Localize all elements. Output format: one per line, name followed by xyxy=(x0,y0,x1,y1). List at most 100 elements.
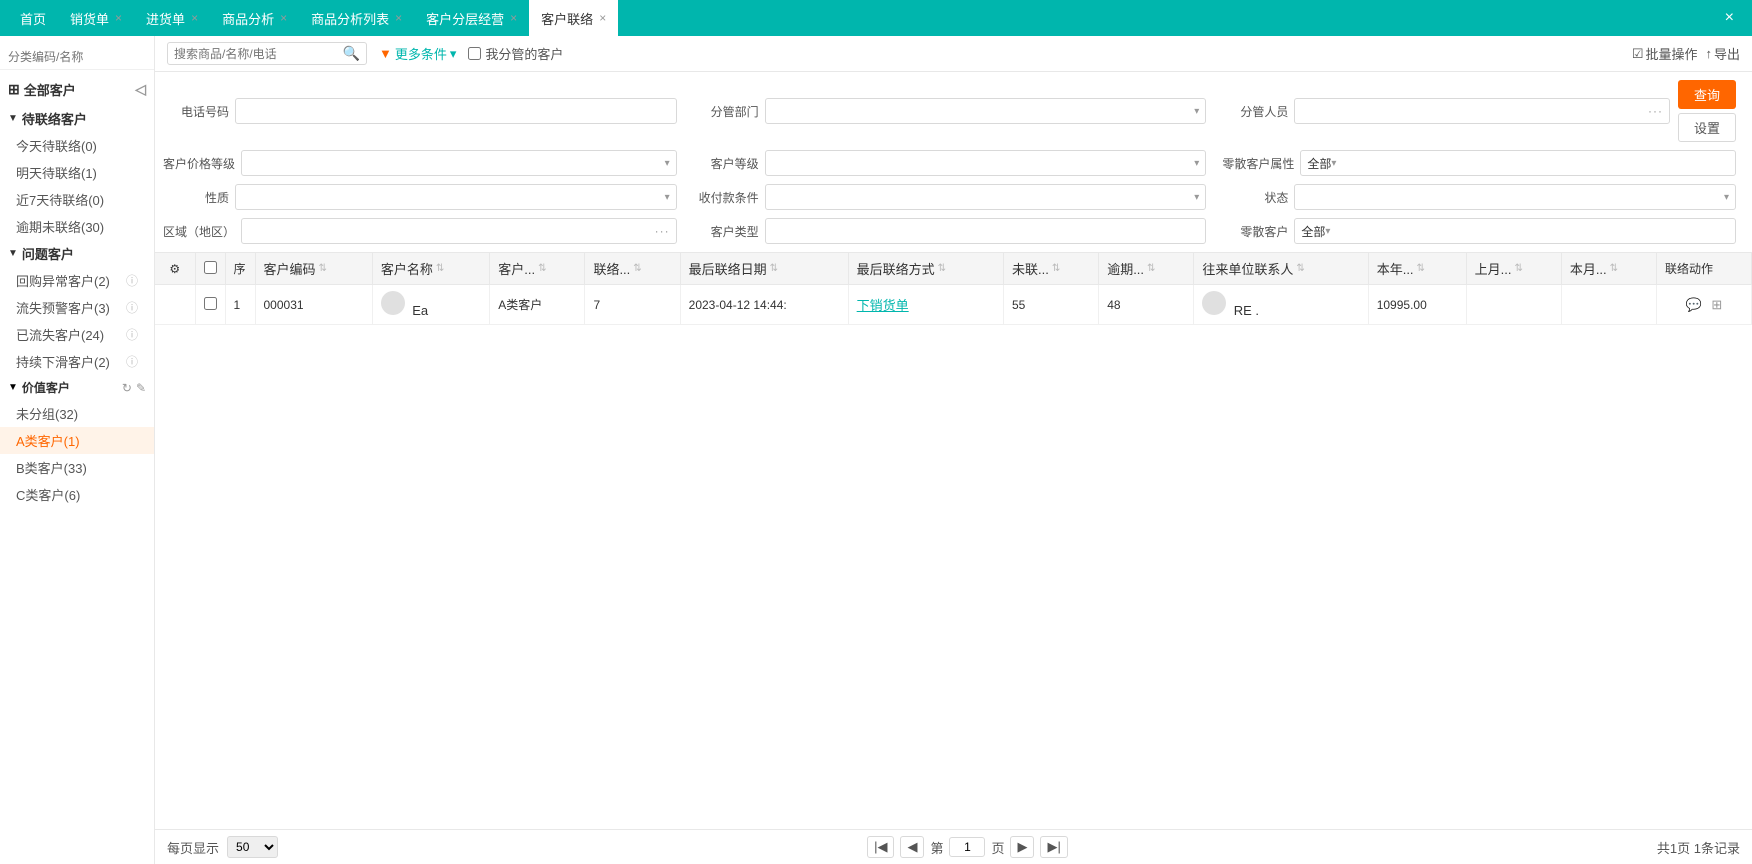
main-search-input[interactable] xyxy=(174,47,343,61)
nav-tab-customer-contact[interactable]: 客户联络 × xyxy=(529,0,618,36)
filter-retail-attr-select[interactable]: 全部 ▾ xyxy=(1300,150,1736,176)
filter-dept-label: 分管部门 xyxy=(693,103,765,120)
close-tab-sales[interactable]: × xyxy=(115,11,122,25)
export-icon: ↑ xyxy=(1705,46,1712,61)
action-chat-icon[interactable]: 💬 xyxy=(1686,297,1702,312)
cell-last-month xyxy=(1466,285,1561,325)
filter-price-level-select[interactable]: ▾ xyxy=(241,150,677,176)
first-page-btn[interactable]: |◀ xyxy=(867,836,894,858)
sidebar-collapse-btn[interactable]: ◁ xyxy=(135,81,146,98)
col-last-date[interactable]: 最后联络日期⇅ xyxy=(680,253,848,285)
sidebar-item-declining[interactable]: 持续下滑客户(2) ⓘ xyxy=(0,348,154,375)
sidebar-item-today[interactable]: 今天待联络(0) xyxy=(0,132,154,159)
sidebar-item-a-class[interactable]: A类客户(1) xyxy=(0,427,154,454)
sidebar-item-churn-warning[interactable]: 流失预警客户(3) ⓘ xyxy=(0,294,154,321)
action-more-icon[interactable]: ⊞ xyxy=(1711,297,1722,312)
edit-icon[interactable]: ✎ xyxy=(136,381,146,395)
cell-index: 1 xyxy=(225,285,255,325)
query-button[interactable]: 查询 xyxy=(1678,80,1736,109)
cell-checkbox[interactable] xyxy=(195,285,225,325)
col-code[interactable]: 客户编码⇅ xyxy=(255,253,372,285)
col-last-month[interactable]: 上月...⇅ xyxy=(1466,253,1561,285)
nav-tab-sales[interactable]: 销货单 × xyxy=(58,0,134,36)
filter-dept-select[interactable]: ▾ xyxy=(765,98,1207,124)
my-customers-checkbox-label[interactable]: 我分管的客户 xyxy=(468,44,563,63)
close-tab-product-list[interactable]: × xyxy=(395,11,402,25)
col-customer-type[interactable]: 客户...⇅ xyxy=(490,253,585,285)
sidebar-item-repurchase[interactable]: 回购异常客户(2) ⓘ xyxy=(0,267,154,294)
help-icon-declining: ⓘ xyxy=(126,353,138,370)
sidebar-item-tomorrow[interactable]: 明天待联络(1) xyxy=(0,159,154,186)
sidebar-item-churned[interactable]: 已流失客户(24) ⓘ xyxy=(0,321,154,348)
per-page-select[interactable]: 50 100 200 xyxy=(227,836,278,858)
col-name[interactable]: 客户名称⇅ xyxy=(372,253,489,285)
filter-nature: 性质 ▾ xyxy=(163,184,677,210)
cell-code: 000031 xyxy=(255,285,372,325)
nav-tab-product-list[interactable]: 商品分析列表 × xyxy=(299,0,414,36)
sidebar-item-c-class[interactable]: C类客户(6) xyxy=(0,481,154,508)
col-this-year[interactable]: 本年...⇅ xyxy=(1368,253,1466,285)
next-page-btn[interactable]: ▶ xyxy=(1010,836,1034,858)
filter-status: 状态 ▾ xyxy=(1222,184,1736,210)
filter-region-dots: ··· xyxy=(655,224,670,238)
filter-payment-select[interactable]: ▾ xyxy=(765,184,1207,210)
col-this-month[interactable]: 本月...⇅ xyxy=(1561,253,1656,285)
close-tab-purchase[interactable]: × xyxy=(191,11,198,25)
sidebar-item-7days[interactable]: 近7天待联络(0) xyxy=(0,186,154,213)
help-icon-churned: ⓘ xyxy=(126,326,138,343)
filter-customer-level: 客户等级 ▾ xyxy=(693,150,1207,176)
filter-status-select[interactable]: ▾ xyxy=(1294,184,1736,210)
main-search-icon[interactable]: 🔍 xyxy=(343,45,360,62)
setting-button[interactable]: 设置 xyxy=(1678,113,1736,142)
batch-ops-btn[interactable]: ☑ 批量操作 xyxy=(1632,44,1698,63)
sidebar-item-overdue[interactable]: 逾期未联络(30) xyxy=(0,213,154,240)
filter-customer-level-select[interactable]: ▾ xyxy=(765,150,1207,176)
sidebar-item-ungrouped[interactable]: 未分组(32) xyxy=(0,400,154,427)
filter-region-select[interactable]: ··· xyxy=(241,218,677,244)
sidebar-item-b-class[interactable]: B类客户(33) xyxy=(0,454,154,481)
nav-tab-purchase[interactable]: 进货单 × xyxy=(134,0,210,36)
filter-phone-control xyxy=(235,98,677,124)
col-overdue[interactable]: 逾期...⇅ xyxy=(1099,253,1194,285)
filter-payment: 收付款条件 ▾ xyxy=(693,184,1207,210)
filter-customer-type-select[interactable] xyxy=(765,218,1207,244)
col-contact-count[interactable]: 联络...⇅ xyxy=(585,253,680,285)
filter-manager-dots: ··· xyxy=(1648,104,1663,118)
filter-customer-type: 客户类型 xyxy=(693,218,1207,244)
filter-retail-customer-select[interactable]: 全部 ▾ xyxy=(1294,218,1736,244)
close-tab-customer-contact[interactable]: × xyxy=(599,11,606,25)
sidebar-search-input[interactable] xyxy=(8,50,155,64)
last-page-btn[interactable]: ▶| xyxy=(1040,836,1067,858)
filter-manager-select[interactable]: ··· xyxy=(1294,98,1670,124)
col-unit-contact[interactable]: 往来单位联系人⇅ xyxy=(1194,253,1368,285)
close-tab-product-analysis[interactable]: × xyxy=(280,11,287,25)
prev-page-btn[interactable]: ◀ xyxy=(900,836,924,858)
col-last-method[interactable]: 最后联络方式⇅ xyxy=(848,253,1003,285)
select-all-checkbox[interactable] xyxy=(204,261,217,274)
page-input[interactable] xyxy=(949,837,985,857)
nav-tab-customer-layer[interactable]: 客户分层经营 × xyxy=(414,0,529,36)
close-tab-customer-layer[interactable]: × xyxy=(510,11,517,25)
nav-tab-home[interactable]: 首页 xyxy=(8,0,58,36)
sort-no-contact: ⇅ xyxy=(1052,263,1060,274)
filter-nature-select[interactable]: ▾ xyxy=(235,184,677,210)
export-btn[interactable]: ↑ 导出 xyxy=(1705,44,1740,63)
row-checkbox[interactable] xyxy=(204,297,217,310)
refresh-icon[interactable]: ↻ xyxy=(122,381,132,395)
filter-manager-control: ··· xyxy=(1294,98,1670,124)
nav-tab-product-analysis[interactable]: 商品分析 × xyxy=(210,0,299,36)
col-no-contact[interactable]: 未联...⇅ xyxy=(1003,253,1098,285)
filter-customer-type-control xyxy=(765,218,1207,244)
filter-phone-input[interactable] xyxy=(235,98,677,124)
col-checkbox[interactable] xyxy=(195,253,225,285)
filter-payment-label: 收付款条件 xyxy=(693,189,765,206)
sort-year: ⇅ xyxy=(1417,263,1425,274)
problem-section-label: ▼ 问题客户 xyxy=(0,240,154,267)
table-wrap: ⚙ 序 客户编码⇅ 客户名称⇅ 客户...⇅ 联络...⇅ 最后联络日期⇅ 最后… xyxy=(155,253,1752,829)
more-filters-btn[interactable]: ▼ 更多条件 ▾ xyxy=(379,44,456,63)
window-close-icon[interactable]: × xyxy=(1715,9,1744,27)
value-section-icons: ↻ ✎ xyxy=(122,381,146,395)
my-customers-checkbox[interactable] xyxy=(468,47,481,60)
cell-last-method[interactable]: 下销货单 xyxy=(848,285,1003,325)
col-settings[interactable]: ⚙ xyxy=(155,253,195,285)
